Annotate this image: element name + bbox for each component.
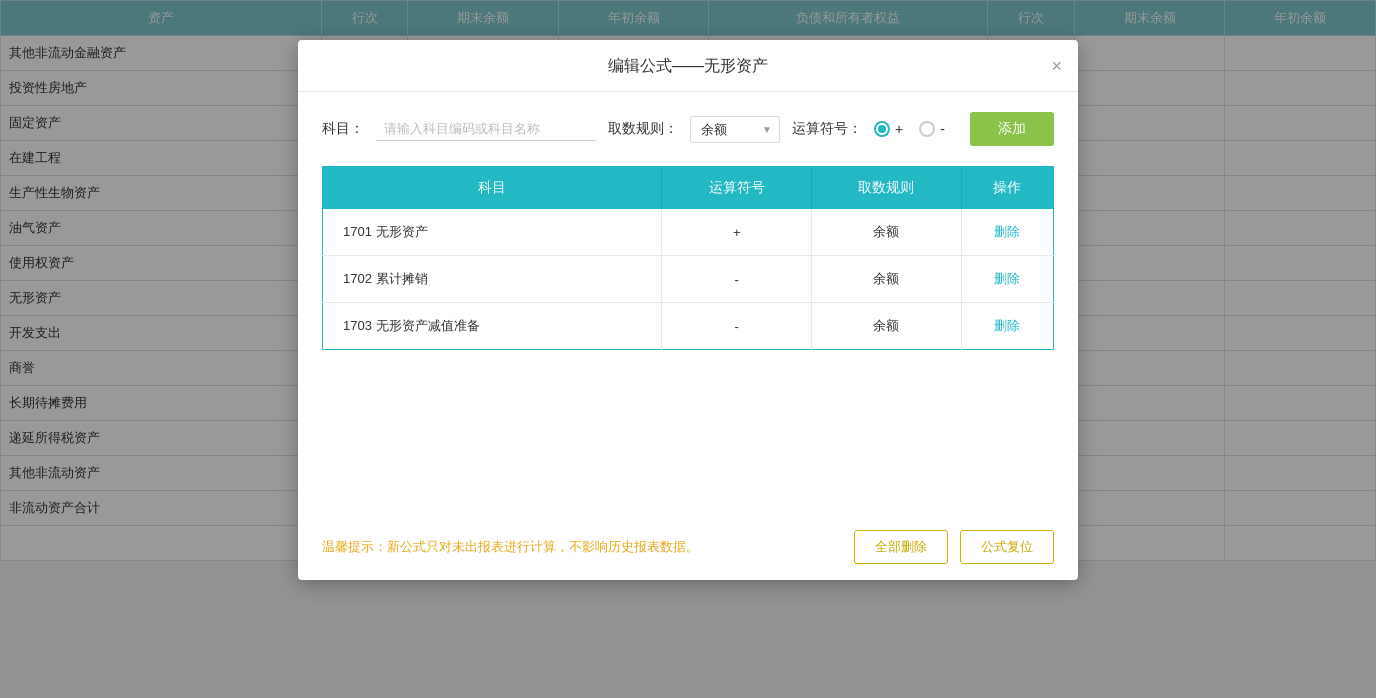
reset-formula-button[interactable]: 公式复位 bbox=[960, 530, 1054, 564]
footer-buttons: 全部删除 公式复位 bbox=[854, 530, 1054, 564]
rule-select[interactable]: 余额 借方发生额 贷方发生额 bbox=[690, 116, 780, 143]
hint-prefix: 温馨提示： bbox=[322, 539, 387, 554]
footer-hint: 温馨提示：新公式只对未出报表进行计算，不影响历史报表数据。 bbox=[322, 538, 699, 556]
radio-minus-circle bbox=[919, 121, 935, 137]
modal-close-button[interactable]: × bbox=[1051, 57, 1062, 75]
form-row: 科目： 取数规则： 余额 借方发生额 贷方发生额 ▼ 运算符号： + bbox=[322, 112, 1054, 146]
table-header-row: 科目 运算符号 取数规则 操作 bbox=[323, 167, 1054, 210]
modal-dialog: 编辑公式——无形资产 × 科目： 取数规则： 余额 借方发生额 贷方发生额 ▼ … bbox=[298, 40, 1078, 580]
modal-footer: 温馨提示：新公式只对未出报表进行计算，不影响历史报表数据。 全部删除 公式复位 bbox=[298, 514, 1078, 580]
hint-text: 新公式只对未出报表进行计算，不影响历史报表数据。 bbox=[387, 539, 699, 554]
col-action: 操作 bbox=[961, 167, 1053, 210]
subject-input[interactable] bbox=[376, 117, 596, 141]
add-button[interactable]: 添加 bbox=[970, 112, 1054, 146]
radio-minus-label: - bbox=[940, 121, 945, 137]
formula-subject: 1702 累计摊销 bbox=[323, 256, 662, 303]
subject-label: 科目： bbox=[322, 120, 364, 138]
formula-operator: + bbox=[662, 209, 812, 256]
modal-header: 编辑公式——无形资产 × bbox=[298, 40, 1078, 92]
modal-body: 科目： 取数规则： 余额 借方发生额 贷方发生额 ▼ 运算符号： + bbox=[298, 92, 1078, 514]
radio-plus-circle bbox=[874, 121, 890, 137]
formula-action: 删除 bbox=[961, 256, 1053, 303]
operator-label: 运算符号： bbox=[792, 120, 862, 138]
modal-overlay: 编辑公式——无形资产 × 科目： 取数规则： 余额 借方发生额 贷方发生额 ▼ … bbox=[0, 0, 1376, 698]
delete-row-button[interactable]: 删除 bbox=[994, 223, 1020, 241]
operator-radio-group: + - bbox=[874, 121, 945, 137]
formula-operator: - bbox=[662, 303, 812, 350]
formula-action: 删除 bbox=[961, 209, 1053, 256]
formula-action: 删除 bbox=[961, 303, 1053, 350]
formula-row: 1703 无形资产减值准备-余额 删除 bbox=[323, 303, 1054, 350]
delete-row-button[interactable]: 删除 bbox=[994, 270, 1020, 288]
modal-title: 编辑公式——无形资产 bbox=[608, 56, 768, 77]
delete-all-button[interactable]: 全部删除 bbox=[854, 530, 948, 564]
col-rule: 取数规则 bbox=[812, 167, 962, 210]
formula-operator: - bbox=[662, 256, 812, 303]
radio-minus-item[interactable]: - bbox=[919, 121, 945, 137]
formula-row: 1701 无形资产+余额 删除 bbox=[323, 209, 1054, 256]
radio-plus-label: + bbox=[895, 121, 903, 137]
formula-rule: 余额 bbox=[812, 303, 962, 350]
rule-label: 取数规则： bbox=[608, 120, 678, 138]
formula-subject: 1701 无形资产 bbox=[323, 209, 662, 256]
formula-subject: 1703 无形资产减值准备 bbox=[323, 303, 662, 350]
col-operator: 运算符号 bbox=[662, 167, 812, 210]
radio-plus-item[interactable]: + bbox=[874, 121, 903, 137]
delete-row-button[interactable]: 删除 bbox=[994, 317, 1020, 335]
formula-rule: 余额 bbox=[812, 209, 962, 256]
col-subject: 科目 bbox=[323, 167, 662, 210]
formula-rule: 余额 bbox=[812, 256, 962, 303]
rule-select-wrapper: 余额 借方发生额 贷方发生额 ▼ bbox=[690, 116, 780, 143]
formula-row: 1702 累计摊销-余额 删除 bbox=[323, 256, 1054, 303]
formula-table: 科目 运算符号 取数规则 操作 1701 无形资产+余额删除1702 累计摊销-… bbox=[322, 166, 1054, 350]
